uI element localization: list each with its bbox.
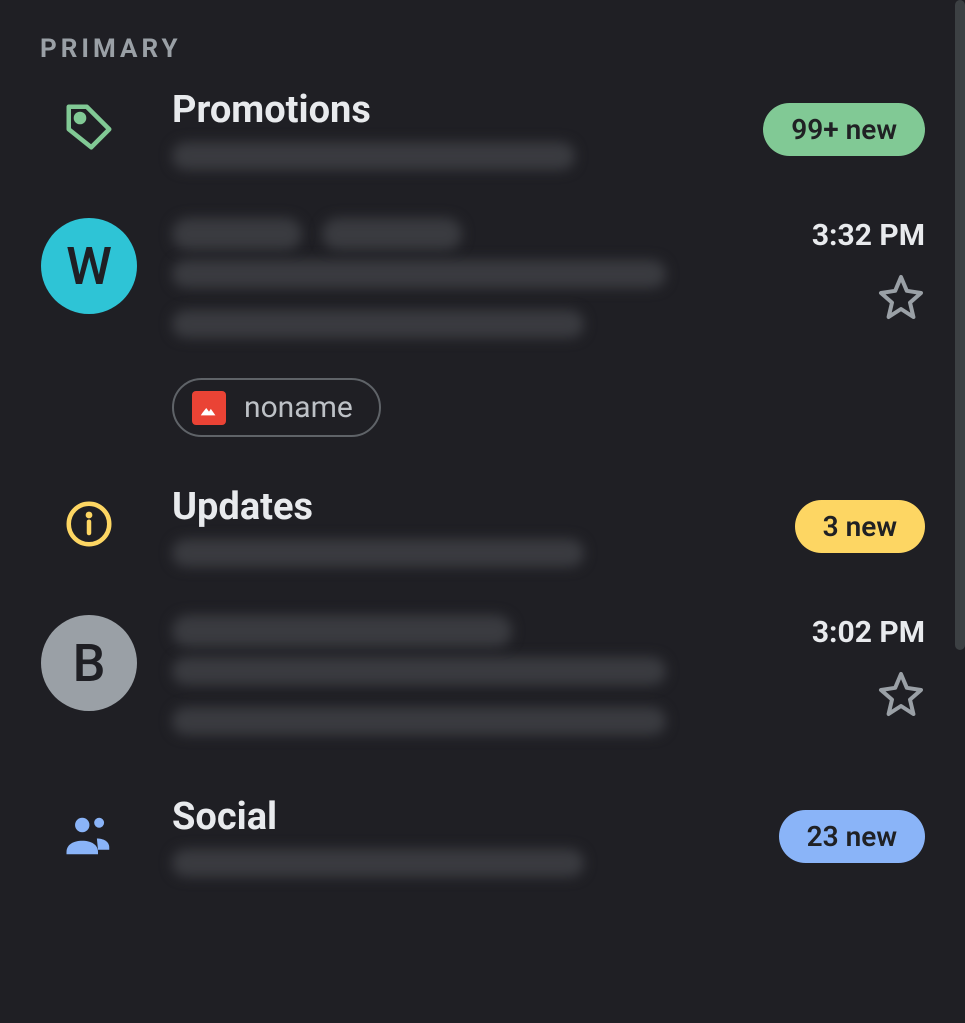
category-title: Social xyxy=(172,795,721,839)
email-subject-redacted xyxy=(172,260,666,288)
email-time: 3:02 PM xyxy=(812,615,925,650)
email-row[interactable]: B 3:02 PM xyxy=(0,591,965,771)
email-time: 3:32 PM xyxy=(812,218,925,253)
category-title: Promotions xyxy=(172,88,709,132)
email-snippet-redacted xyxy=(172,310,584,338)
badge-new-count: 3 new xyxy=(795,500,925,553)
sender-extra-redacted xyxy=(322,218,462,250)
category-senders-preview xyxy=(172,142,575,170)
avatar[interactable]: B xyxy=(41,615,137,711)
category-senders-preview xyxy=(172,539,584,567)
avatar[interactable]: W xyxy=(41,218,137,314)
people-icon xyxy=(62,807,116,865)
attachment-label: noname xyxy=(244,390,353,425)
attachment-chip[interactable]: noname xyxy=(172,378,381,437)
star-icon[interactable] xyxy=(877,273,925,321)
sender-name-redacted xyxy=(172,615,512,647)
category-title: Updates xyxy=(172,485,721,529)
inbox-list[interactable]: PRIMARY Promotions 99+ new W xyxy=(0,0,965,1023)
scrollbar[interactable] xyxy=(955,0,965,650)
tag-icon xyxy=(62,100,116,158)
star-icon[interactable] xyxy=(877,670,925,718)
category-social[interactable]: Social 23 new xyxy=(0,771,965,901)
info-icon xyxy=(62,497,116,555)
category-senders-preview xyxy=(172,849,584,877)
sender-name-redacted xyxy=(172,218,302,250)
category-promotions[interactable]: Promotions 99+ new xyxy=(0,64,965,194)
image-icon xyxy=(192,391,226,425)
badge-new-count: 99+ new xyxy=(763,103,925,156)
section-label-primary: PRIMARY xyxy=(0,0,965,64)
email-snippet-redacted xyxy=(172,707,666,735)
email-subject-redacted xyxy=(172,657,666,685)
email-row[interactable]: W noname 3:32 PM xyxy=(0,194,965,461)
category-updates[interactable]: Updates 3 new xyxy=(0,461,965,591)
badge-new-count: 23 new xyxy=(779,810,925,863)
